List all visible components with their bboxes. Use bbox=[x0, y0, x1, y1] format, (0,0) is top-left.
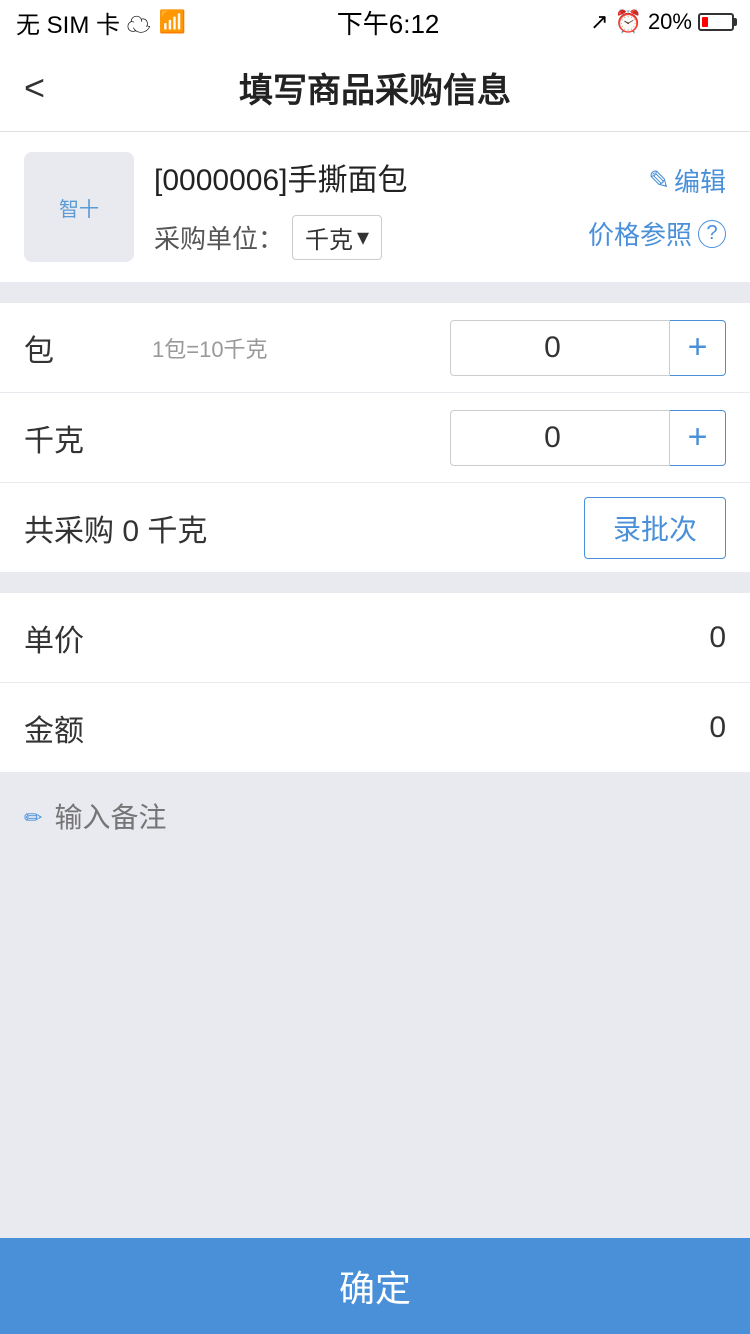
price-ref-button[interactable]: 价格参照 ? bbox=[588, 215, 726, 252]
edit-button[interactable]: ✎ 编辑 bbox=[648, 162, 726, 199]
remark-section: ✏ bbox=[0, 773, 750, 863]
kg-input-control: + bbox=[144, 410, 726, 466]
pencil-icon: ✏ bbox=[24, 805, 42, 831]
battery-icon bbox=[698, 13, 734, 31]
summary-row: 共采购 0 千克 录批次 bbox=[0, 483, 750, 573]
summary-text: 共采购 0 千克 bbox=[24, 506, 207, 550]
price-ref-label: 价格参照 bbox=[588, 215, 692, 252]
product-name: [0000006]手撕面包 bbox=[154, 155, 568, 199]
status-time: 下午6:12 bbox=[337, 4, 440, 41]
package-input-control: + bbox=[268, 320, 726, 376]
wifi-icon: 📶 bbox=[159, 9, 186, 35]
chevron-down-icon: ▾ bbox=[357, 223, 369, 252]
alarm-icon: ⏰ bbox=[615, 9, 642, 35]
edit-label: 编辑 bbox=[674, 162, 726, 199]
kg-label: 千克 bbox=[24, 416, 144, 460]
nav-bar: < 填写商品采购信息 bbox=[0, 44, 750, 132]
back-button[interactable]: < bbox=[24, 67, 45, 109]
kg-input[interactable] bbox=[450, 410, 670, 466]
status-left: 无 SIM 卡 ☁ 📶 bbox=[16, 5, 186, 40]
package-row: 包 1包=10千克 + bbox=[0, 303, 750, 393]
amount-label: 金额 bbox=[24, 706, 84, 750]
status-right: ↗ ⏰ 20% bbox=[590, 9, 734, 35]
battery-percent: 20% bbox=[648, 9, 692, 35]
product-actions: ✎ 编辑 价格参照 ? bbox=[588, 162, 726, 252]
price-info-section: 单价 0 金额 0 bbox=[0, 593, 750, 773]
section-divider-2 bbox=[0, 573, 750, 593]
package-plus-button[interactable]: + bbox=[670, 320, 726, 376]
edit-icon: ✎ bbox=[648, 165, 670, 196]
unit-price-value: 0 bbox=[709, 621, 726, 655]
package-input[interactable] bbox=[450, 320, 670, 376]
amount-value: 0 bbox=[709, 711, 726, 745]
kg-row: 千克 + bbox=[0, 393, 750, 483]
kg-input-section: 千克 + bbox=[0, 393, 750, 483]
product-logo: 智十 bbox=[59, 193, 99, 222]
product-unit-row: 采购单位： 千克 ▾ bbox=[154, 215, 568, 260]
kg-plus-button[interactable]: + bbox=[670, 410, 726, 466]
package-input-section: 包 1包=10千克 + bbox=[0, 303, 750, 393]
no-sim-label: 无 SIM 卡 ☁ bbox=[16, 5, 151, 40]
product-card: 智十 [0000006]手撕面包 采购单位： 千克 ▾ ✎ 编辑 价格参照 ? bbox=[0, 132, 750, 283]
location-icon: ↗ bbox=[590, 9, 608, 35]
package-label: 包 bbox=[24, 326, 144, 370]
page-title: 填写商品采购信息 bbox=[239, 63, 511, 112]
confirm-button[interactable]: 确定 bbox=[0, 1238, 750, 1334]
content-bottom bbox=[0, 863, 750, 1243]
remark-input[interactable] bbox=[54, 802, 726, 834]
unit-value: 千克 bbox=[305, 220, 353, 255]
package-sub-label: 1包=10千克 bbox=[152, 332, 268, 364]
unit-label: 采购单位： bbox=[154, 219, 284, 256]
record-batch-button[interactable]: 录批次 bbox=[584, 497, 726, 559]
product-thumbnail: 智十 bbox=[24, 152, 134, 262]
product-info: [0000006]手撕面包 采购单位： 千克 ▾ bbox=[134, 155, 588, 260]
help-icon: ? bbox=[698, 220, 726, 248]
amount-row: 金额 0 bbox=[0, 683, 750, 773]
status-bar: 无 SIM 卡 ☁ 📶 下午6:12 ↗ ⏰ 20% bbox=[0, 0, 750, 44]
unit-select[interactable]: 千克 ▾ bbox=[292, 215, 382, 260]
section-divider-1 bbox=[0, 283, 750, 303]
unit-price-label: 单价 bbox=[24, 616, 84, 660]
unit-price-row: 单价 0 bbox=[0, 593, 750, 683]
